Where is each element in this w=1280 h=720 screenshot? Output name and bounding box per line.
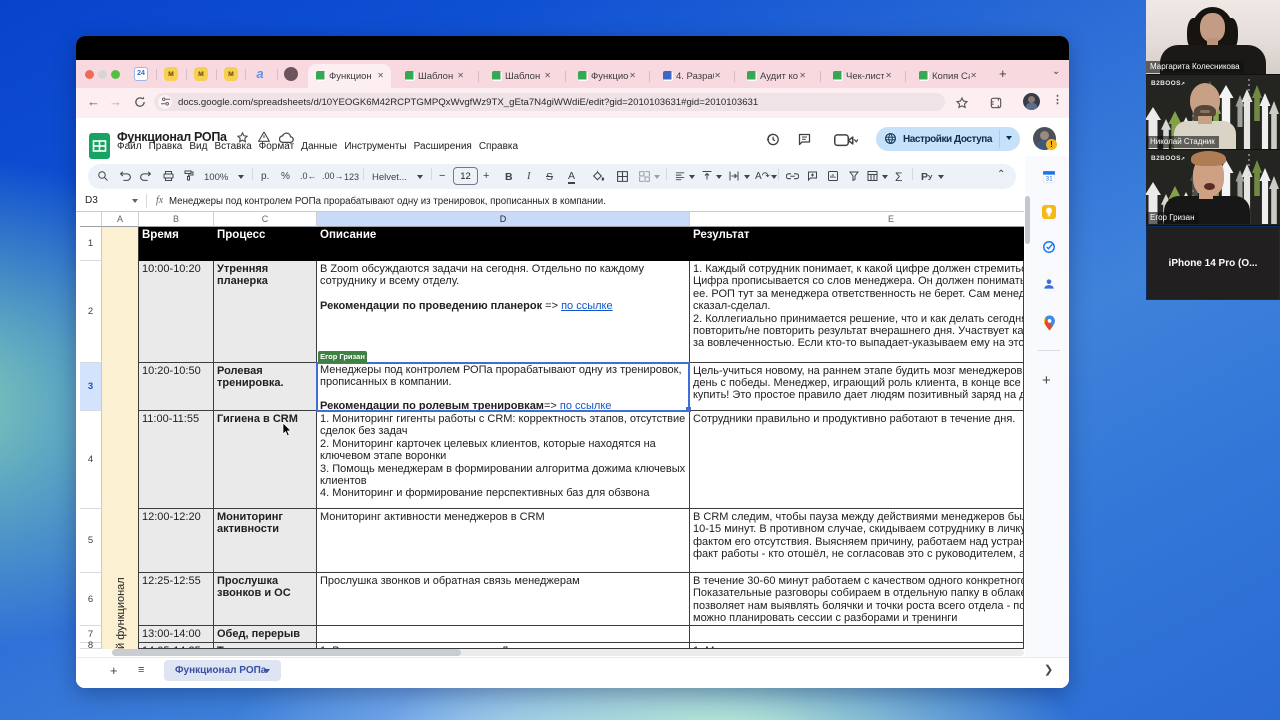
svg-text:31: 31 (1046, 176, 1054, 183)
